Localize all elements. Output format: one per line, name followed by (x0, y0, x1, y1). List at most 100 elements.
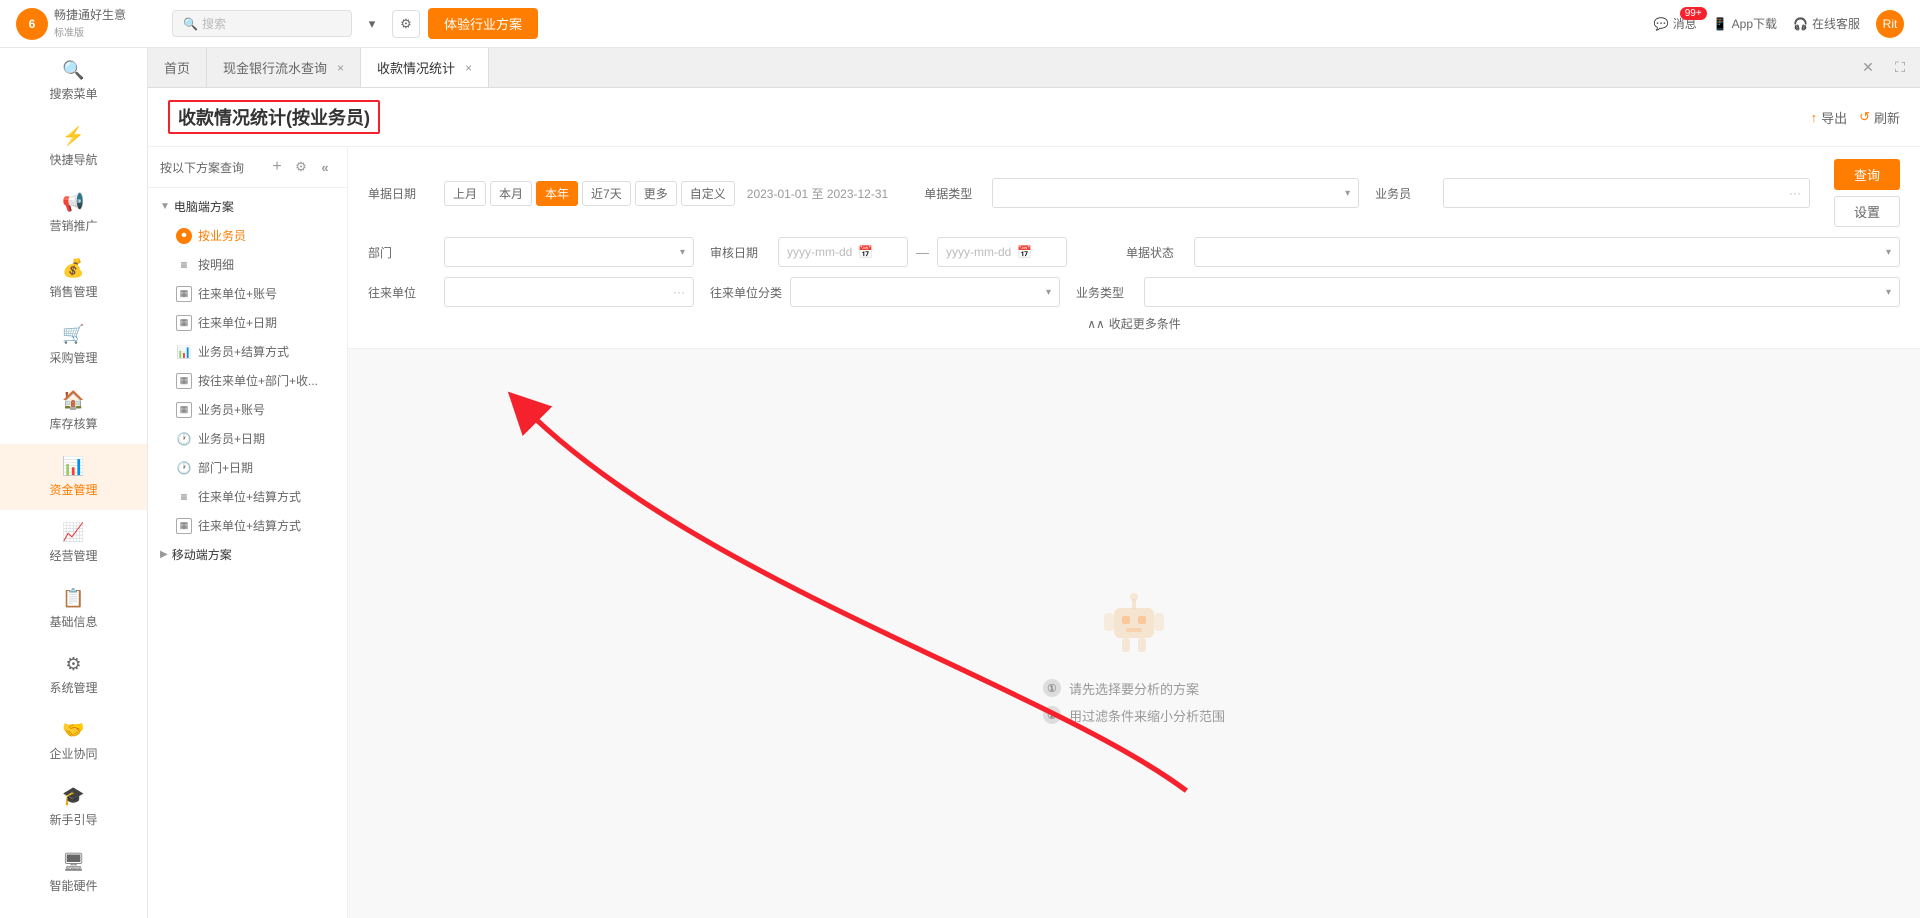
tab-bank-label: 现金银行流水查询 (223, 58, 327, 77)
tab-bank-close[interactable]: × (337, 61, 344, 75)
partner-account-label: 往来单位+账号 (198, 285, 277, 302)
tab-receipt-close[interactable]: × (465, 61, 472, 75)
tab-bank[interactable]: 现金银行流水查询 × (207, 48, 361, 87)
staff-more-icon[interactable]: ··· (1789, 186, 1801, 200)
maximize-btn[interactable]: ⛶ (1888, 56, 1912, 80)
biz-type-input[interactable]: ▾ (1144, 277, 1900, 307)
page-content: 收款情况统计(按业务员) ↑ 导出 ↺ 刷新 按以下 (148, 88, 1920, 918)
tree-item-partner-account[interactable]: ▦ 往来单位+账号 (148, 279, 347, 308)
logo-badge: 标准版 (54, 24, 126, 39)
tip-number-1: ① (1043, 679, 1061, 697)
sidebar-item-quick-nav[interactable]: ⚡ 快捷导航 (0, 114, 147, 180)
tree-item-staff-date[interactable]: 🕐 业务员+日期 (148, 424, 347, 453)
filter-row-2: 部门 ▾ 审核日期 yyyy-mm-dd (368, 237, 1900, 267)
online-service-btn[interactable]: 🎧 在线客服 (1793, 15, 1860, 32)
quick-nav-icon: ⚡ (62, 126, 84, 147)
doc-status-arrow: ▾ (1886, 247, 1891, 258)
close-all-btn[interactable]: ✕ (1856, 56, 1880, 80)
scheme-tree: ▼ 电脑端方案 ⏺ 按业务员 ≡ 按明细 ▦ (148, 188, 347, 918)
staff-payment-icon: 📊 (176, 344, 192, 360)
basic-info-icon: 📋 (62, 588, 84, 609)
collapse-label: 收起更多条件 (1109, 315, 1181, 332)
last-7-btn[interactable]: 近7天 (582, 181, 631, 206)
sidebar-item-operations[interactable]: 📈 经营管理 (0, 510, 147, 576)
more-date-btn[interactable]: 更多 (635, 181, 677, 206)
doc-type-group: 单据类型 ▾ (924, 178, 1359, 208)
setting-btn[interactable]: 设置 (1834, 196, 1900, 227)
custom-date-btn[interactable]: 自定义 (681, 181, 735, 206)
sidebar-item-basic-info[interactable]: 📋 基础信息 (0, 576, 147, 642)
header-gear-btn[interactable]: ⚙ (392, 10, 420, 38)
hardware-icon: 🖥 (62, 852, 85, 873)
sidebar-item-finance[interactable]: 📊 资金管理 (0, 444, 147, 510)
collapse-btn[interactable]: ∧∧ 收起更多条件 (1087, 315, 1181, 332)
sidebar-item-wechat[interactable]: 💬 企业微信 (0, 906, 147, 918)
sidebar-item-search-menu[interactable]: 🔍 搜索菜单 (0, 48, 147, 114)
doc-status-input[interactable]: ▾ (1194, 237, 1900, 267)
review-date-start[interactable]: yyyy-mm-dd 📅 (778, 237, 908, 267)
tree-item-partner-dept[interactable]: ▦ 按往来单位+部门+收... (148, 366, 347, 395)
header-dropdown-btn[interactable]: ▾ (360, 12, 384, 36)
marketing-icon: 📢 (62, 192, 84, 213)
svg-text:6: 6 (29, 17, 36, 31)
tree-item-by-staff[interactable]: ⏺ 按业务员 (148, 221, 347, 250)
sidebar-item-guide[interactable]: 🎓 新手引导 (0, 774, 147, 840)
trial-btn[interactable]: 体验行业方案 (428, 8, 538, 39)
partner-more-icon[interactable]: ··· (673, 285, 685, 299)
this-year-btn[interactable]: 本年 (536, 181, 578, 206)
empty-tips: ① 请先选择要分析的方案 ② 用过滤条件来缩小分析范围 (1043, 679, 1225, 725)
tree-item-partner-payment2[interactable]: ▦ 往来单位+结算方式 (148, 511, 347, 540)
empty-illustration (1094, 583, 1174, 663)
filter-row-3: 往来单位 ··· 往来单位分类 (368, 277, 1900, 307)
partner-date-icon: ▦ (176, 315, 192, 331)
tree-item-staff-account[interactable]: ▦ 业务员+账号 (148, 395, 347, 424)
query-btn[interactable]: 查询 (1834, 159, 1900, 190)
headset-icon: 🎧 (1793, 17, 1808, 31)
sidebar-item-inventory[interactable]: 🏠 库存核算 (0, 378, 147, 444)
left-panel-header: 按以下方案查询 + ⚙ « (148, 147, 347, 188)
tree-item-dept-date[interactable]: 🕐 部门+日期 (148, 453, 347, 482)
partner-category-input[interactable]: ▾ (790, 277, 1060, 307)
add-scheme-btn[interactable]: + (267, 157, 287, 177)
staff-input[interactable]: ··· (1443, 178, 1810, 208)
tree-group-desktop[interactable]: ▼ 电脑端方案 (148, 192, 347, 221)
sidebar-item-label: 经营管理 (49, 547, 97, 564)
doc-type-arrow: ▾ (1345, 188, 1350, 199)
tree-item-partner-date[interactable]: ▦ 往来单位+日期 (148, 308, 347, 337)
sidebar-item-system[interactable]: ⚙ 系统管理 (0, 642, 147, 708)
app-download-btn[interactable]: 📱 App下载 (1713, 15, 1777, 32)
dept-input[interactable]: ▾ (444, 237, 694, 267)
tree-item-staff-payment[interactable]: 📊 业务员+结算方式 (148, 337, 347, 366)
tab-receipt[interactable]: 收款情况统计 × (361, 48, 489, 87)
export-btn[interactable]: ↑ 导出 (1811, 108, 1848, 127)
system-icon: ⚙ (65, 654, 81, 675)
this-month-btn[interactable]: 本月 (490, 181, 532, 206)
partner-dept-icon: ▦ (176, 373, 192, 389)
collapse-panel-btn[interactable]: « (315, 157, 335, 177)
empty-tip-1: ① 请先选择要分析的方案 (1043, 679, 1225, 698)
user-avatar[interactable]: Rit (1876, 10, 1904, 38)
sidebar-item-company[interactable]: 🤝 企业协同 (0, 708, 147, 774)
left-panel: 按以下方案查询 + ⚙ « ▼ 电脑端方案 (148, 147, 348, 918)
header-search-box[interactable]: 🔍 搜索 (172, 10, 352, 37)
refresh-btn[interactable]: ↺ 刷新 (1859, 108, 1900, 127)
doc-type-input[interactable]: ▾ (992, 178, 1359, 208)
review-date-end[interactable]: yyyy-mm-dd 📅 (937, 237, 1067, 267)
doc-status-group: 单据状态 ▾ (1126, 237, 1900, 267)
sidebar-item-sales[interactable]: 💰 销售管理 (0, 246, 147, 312)
sidebar-item-label: 智能硬件 (49, 877, 97, 894)
sidebar-item-marketing[interactable]: 📢 营销推广 (0, 180, 147, 246)
message-btn[interactable]: 💬 消息 99+ (1654, 15, 1697, 32)
sidebar-item-label: 快捷导航 (49, 151, 97, 168)
tree-item-by-detail[interactable]: ≡ 按明细 (148, 250, 347, 279)
tree-item-partner-payment1[interactable]: ≡ 往来单位+结算方式 (148, 482, 347, 511)
doc-status-label: 单据状态 (1126, 244, 1186, 261)
last-month-btn[interactable]: 上月 (444, 181, 486, 206)
filter-date-group: 上月 本月 本年 近7天 更多 自定义 2023-01-01 至 2023-12… (444, 181, 888, 206)
partner-input[interactable]: ··· (444, 277, 694, 307)
sidebar-item-purchase[interactable]: 🛒 采购管理 (0, 312, 147, 378)
tree-group-mobile[interactable]: ▶ 移动端方案 (148, 540, 347, 569)
sidebar-item-hardware[interactable]: 🖥 智能硬件 (0, 840, 147, 906)
tab-home[interactable]: 首页 (148, 48, 207, 87)
scheme-settings-btn[interactable]: ⚙ (291, 157, 311, 177)
